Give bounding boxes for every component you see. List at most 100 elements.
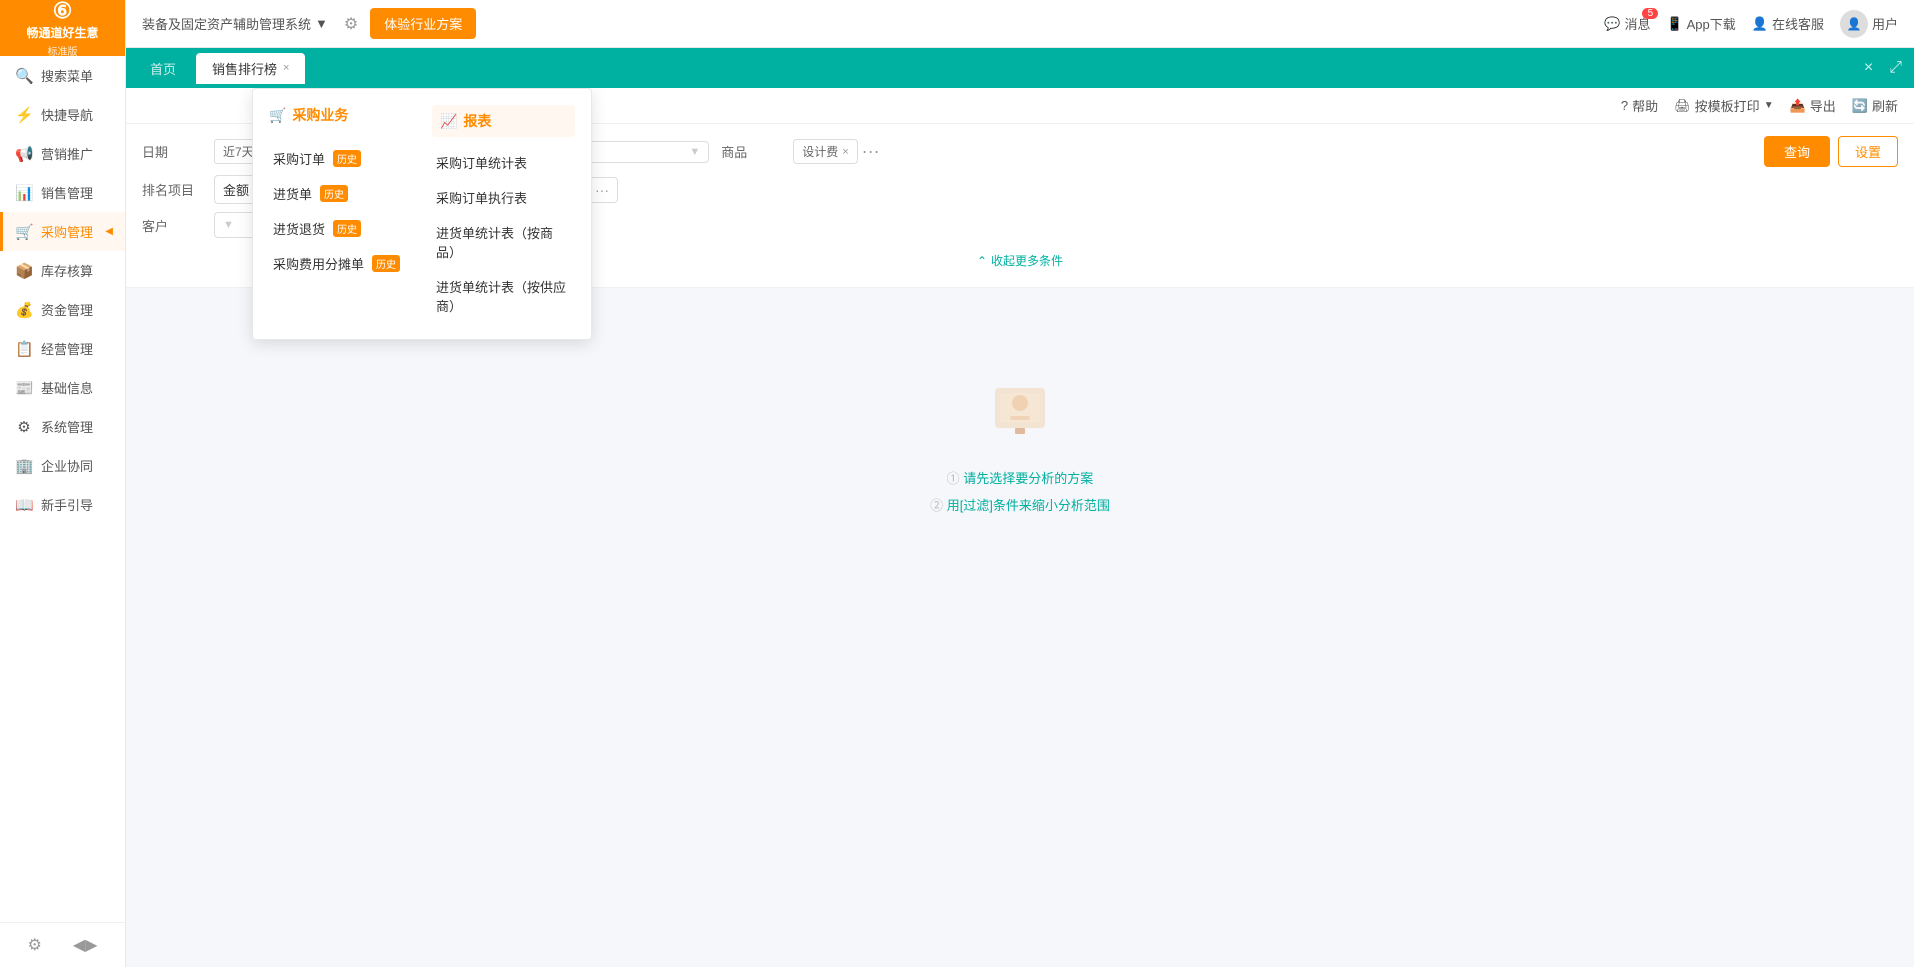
sidebar-item-finance[interactable]: 💰 资金管理 [0, 290, 125, 329]
logo-title: 畅通道好生意 [26, 24, 98, 41]
goods-more-btn[interactable]: ··· [862, 141, 880, 162]
topbar-actions: 💬 消息 5 📱 App下载 👤 在线客服 👤 用户 [1604, 10, 1898, 38]
query-btn[interactable]: 查询 [1764, 136, 1830, 167]
dropdown-item-purchase-order-label: 采购订单 [273, 149, 325, 168]
enterprise-icon: 🏢 [15, 457, 33, 475]
tabbar-right: × ⤢ [1860, 55, 1906, 81]
sidebar-item-label-purchase: 采购管理 [41, 222, 93, 241]
sidebar-item-inventory[interactable]: 📦 库存核算 [0, 251, 125, 290]
dropdown-item-purchase-order[interactable]: 采购订单 历史 [269, 141, 412, 176]
rank-value: 金额 [223, 180, 249, 199]
toolbar-refresh[interactable]: 🔄 刷新 [1852, 96, 1898, 115]
logo: ⑥ 畅通道好生意 标准版 [0, 0, 125, 56]
system-title-chevron[interactable]: ▼ [315, 16, 328, 31]
refresh-icon: 🔄 [1852, 98, 1868, 114]
dropdown-reports-section: 📈 报表 采购订单统计表 采购订单执行表 进货单统计表（按商品） 进货单统计表（… [432, 105, 575, 323]
dropdown-item-incoming[interactable]: 进货单 历史 [269, 176, 412, 211]
tab-expand-icon[interactable]: ⤢ [1885, 55, 1906, 81]
quick-nav-icon: ⚡ [15, 106, 33, 124]
sidebar-item-quick-nav[interactable]: ⚡ 快捷导航 [0, 95, 125, 134]
topbar-settings-icon[interactable]: ⚙ [344, 14, 358, 34]
settings-btn[interactable]: 设置 [1838, 136, 1898, 167]
goods-tag: 设计费 × [793, 139, 857, 164]
sidebar-item-sales[interactable]: 📊 销售管理 [0, 173, 125, 212]
sidebar-settings-btn[interactable]: ⚙ [28, 935, 42, 955]
collapse-label: 收起更多条件 [991, 252, 1063, 269]
goods-label: 商品 [721, 142, 781, 161]
tab-sales-rank[interactable]: 销售排行榜 × [196, 53, 305, 84]
toolbar-print[interactable]: 🖨 按模板打印 ▼ [1674, 96, 1773, 115]
dropdown-item-report-2[interactable]: 进货单统计表（按商品） [432, 215, 575, 269]
status-chevron: ▼ [689, 146, 700, 158]
dropdown-item-report-2-label: 进货单统计表（按商品） [436, 223, 571, 261]
goods-tag-label: 设计费 [802, 143, 838, 160]
sidebar-item-search[interactable]: 🔍 搜索菜单 [0, 56, 125, 95]
topbar: 装备及固定资产辅助管理系统 ▼ ⚙ 体验行业方案 💬 消息 5 📱 App下载 … [126, 0, 1914, 48]
inventory-icon: 📦 [15, 262, 33, 280]
tab-sales-rank-label: 销售排行榜 [212, 59, 277, 78]
sidebar-item-operations[interactable]: 📋 经营管理 [0, 329, 125, 368]
sidebar-item-label-sales: 销售管理 [41, 183, 93, 202]
sidebar-item-enterprise[interactable]: 🏢 企业协同 [0, 446, 125, 485]
app-download-icon: 📱 [1666, 16, 1682, 32]
tab-close-all-icon[interactable]: × [1860, 55, 1877, 81]
tab-home-label: 首页 [150, 59, 176, 78]
sidebar-item-system[interactable]: ⚙ 系统管理 [0, 407, 125, 446]
purchase-dropdown: 🛒 采购业务 采购订单 历史 进货单 历史 进货退货 历史 [252, 88, 592, 340]
dropdown-item-report-1-label: 采购订单执行表 [436, 188, 527, 207]
sidebar-item-marketing[interactable]: 📢 营销推广 [0, 134, 125, 173]
sidebar-item-label-quick-nav: 快捷导航 [41, 105, 93, 124]
collapse-icon: ⌃ [977, 254, 987, 268]
marketing-icon: 📢 [15, 145, 33, 163]
sidebar-item-label-finance: 资金管理 [41, 300, 93, 319]
tab-sales-rank-close[interactable]: × [283, 62, 289, 74]
dropdown-item-report-3-label: 进货单统计表（按供应商） [436, 277, 571, 315]
rank-label: 排名项目 [142, 180, 202, 199]
refresh-label: 刷新 [1872, 96, 1898, 115]
empty-hint-2: ② 用[过滤]条件来缩小分析范围 [930, 495, 1110, 514]
print-label: 按模板打印 [1695, 96, 1760, 115]
main-content: 装备及固定资产辅助管理系统 ▼ ⚙ 体验行业方案 💬 消息 5 📱 App下载 … [126, 0, 1914, 967]
dropdown-reports-title: 📈 报表 [432, 105, 575, 137]
toolbar-export[interactable]: 📤 导出 [1790, 96, 1836, 115]
export-label: 导出 [1810, 96, 1836, 115]
dropdown-item-report-1[interactable]: 采购订单执行表 [432, 180, 575, 215]
hist-badge-3: 历史 [372, 255, 400, 272]
sidebar-item-label-enterprise: 企业协同 [41, 456, 93, 475]
system-title-area: 装备及固定资产辅助管理系统 ▼ [142, 14, 328, 33]
customer-label: 客户 [142, 216, 202, 235]
dropdown-purchase-title: 🛒 采购业务 [269, 105, 412, 129]
goods-tag-close[interactable]: × [842, 146, 848, 158]
user-avatar: 👤 [1840, 10, 1868, 38]
sidebar-item-label-basic-info: 基础信息 [41, 378, 93, 397]
user-label: 用户 [1872, 14, 1898, 33]
print-chevron[interactable]: ▼ [1764, 100, 1774, 111]
dropdown-item-report-3[interactable]: 进货单统计表（按供应商） [432, 269, 575, 323]
dropdown-item-cost[interactable]: 采购费用分摊单 历史 [269, 246, 412, 281]
industry-btn[interactable]: 体验行业方案 [370, 8, 476, 39]
system-icon: ⚙ [15, 418, 33, 436]
sidebar-collapse-btn[interactable]: ◀▶ [73, 935, 98, 955]
sidebar-item-label-search: 搜索菜单 [41, 66, 93, 85]
sidebar-item-purchase[interactable]: 🛒 采购管理 ◀ [0, 212, 125, 251]
salesman-more[interactable]: ··· [595, 182, 609, 198]
dropdown-purchase-section: 🛒 采购业务 采购订单 历史 进货单 历史 进货退货 历史 [269, 105, 412, 323]
dropdown-item-return[interactable]: 进货退货 历史 [269, 211, 412, 246]
message-btn[interactable]: 💬 消息 5 [1604, 14, 1650, 33]
app-download-label: App下载 [1687, 14, 1736, 33]
purchase-icon: 🛒 [15, 223, 33, 241]
online-service-btn[interactable]: 👤 在线客服 [1752, 14, 1824, 33]
app-download-btn[interactable]: 📱 App下载 [1666, 14, 1735, 33]
dropdown-item-report-0[interactable]: 采购订单统计表 [432, 145, 575, 180]
sidebar-item-basic-info[interactable]: 📰 基础信息 [0, 368, 125, 407]
tab-home[interactable]: 首页 [134, 53, 192, 84]
toolbar-help[interactable]: ? 帮助 [1621, 96, 1658, 115]
sidebar-item-guide[interactable]: 📖 新手引导 [0, 485, 125, 524]
hist-badge-2: 历史 [333, 220, 361, 237]
basic-info-icon: 📰 [15, 379, 33, 397]
user-btn[interactable]: 👤 用户 [1840, 10, 1898, 38]
sidebar-bottom: ⚙ ◀▶ [0, 922, 125, 967]
filter-actions: 查询 设置 [1764, 136, 1898, 167]
dropdown-item-cost-label: 采购费用分摊单 [273, 254, 364, 273]
help-icon: ? [1621, 98, 1628, 113]
